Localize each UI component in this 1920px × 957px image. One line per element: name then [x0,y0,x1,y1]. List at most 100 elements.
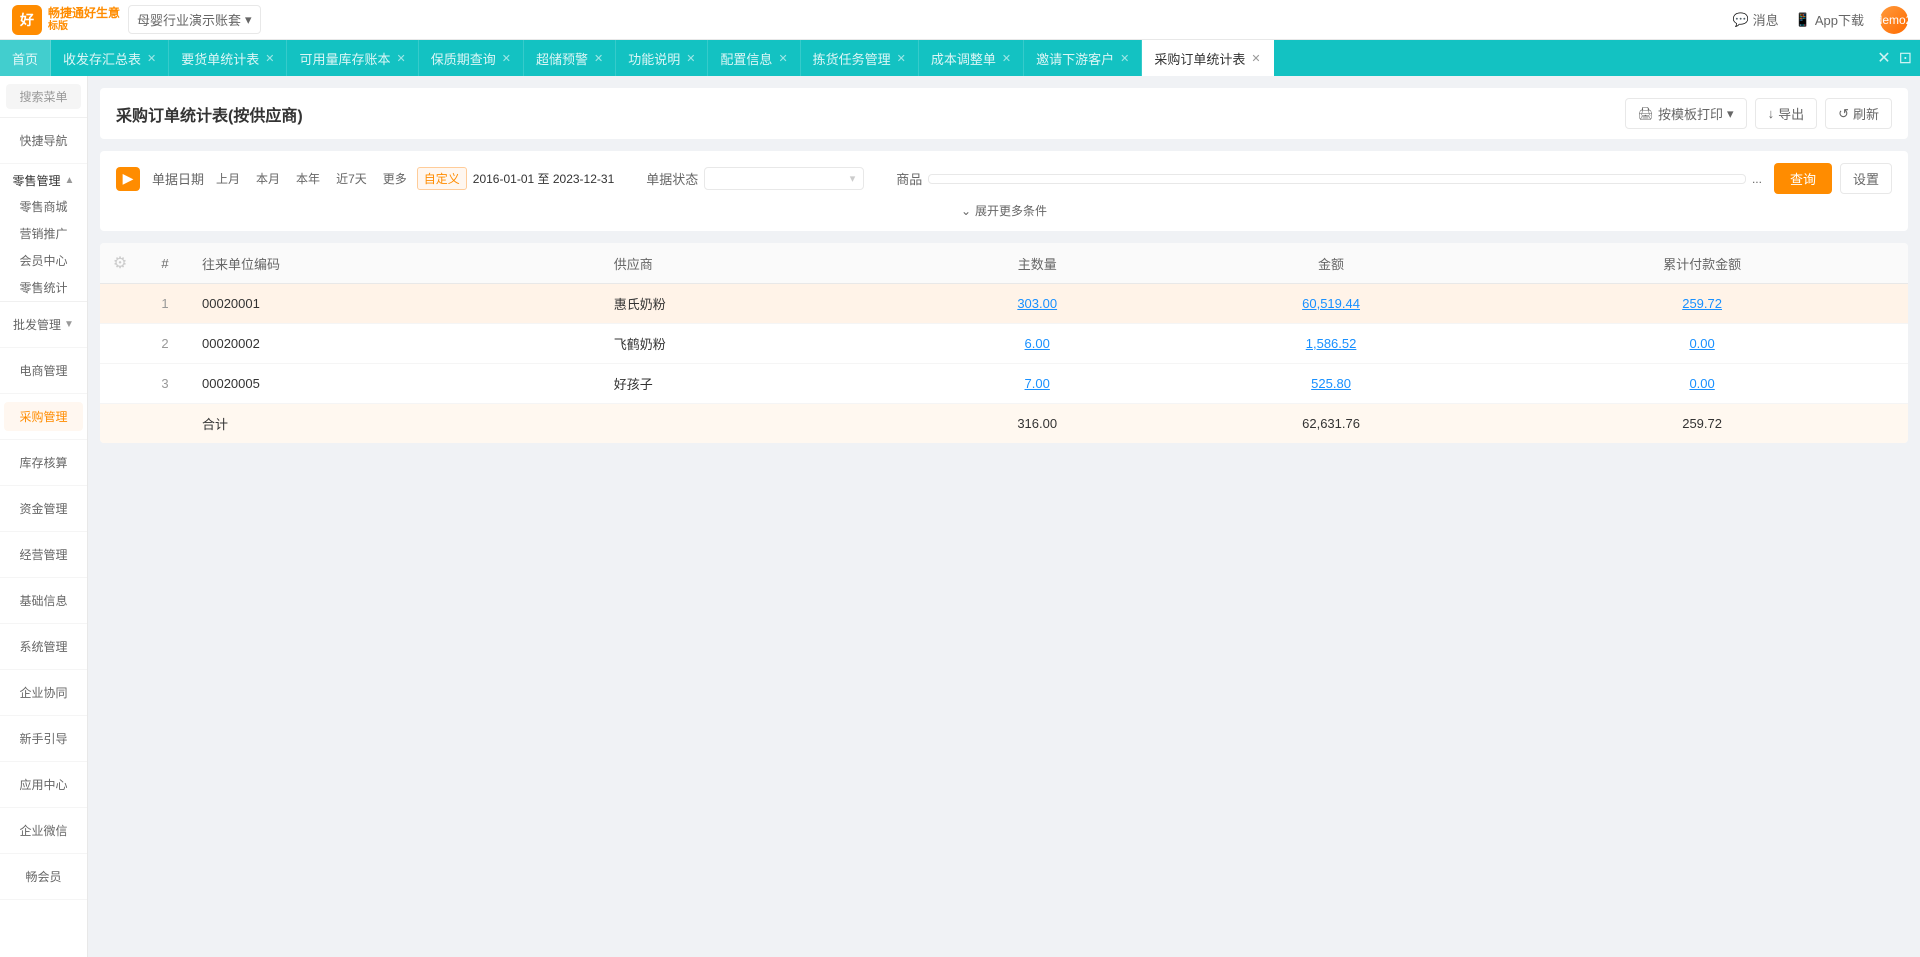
table-header-row: ⚙ # 往来单位编码 供应商 主数量 [100,243,1908,284]
sidebar-item-finance[interactable]: 资金管理 [0,486,87,532]
message-icon: 💬 [1732,12,1748,28]
expand-filters-link[interactable]: ⌄ 展开更多条件 [116,202,1892,219]
sidebar-search-area[interactable]: 搜索菜单 [0,76,87,118]
tab-available-stock[interactable]: 可用量库存账本 ✕ [287,40,418,76]
sidebar-item-app-center[interactable]: 应用中心 [0,762,87,808]
close-icon[interactable]: ✕ [897,52,906,65]
purchase-summary-table: ⚙ # 往来单位编码 供应商 主数量 [100,243,1908,443]
close-icon[interactable]: ✕ [594,52,603,65]
chevron-down-icon: ▾ [245,12,252,28]
tab-cost-adjust[interactable]: 成本调整单 ✕ [919,40,1024,76]
export-button[interactable]: ↓ 导出 [1755,98,1818,129]
rownum-column-header: # [140,243,190,284]
sidebar-item-new-guide[interactable]: 新手引导 [0,716,87,762]
supplier-code-cell: 00020002 [190,324,602,364]
user-menu[interactable]: demo2 [1880,6,1908,34]
status-filter-label: 单据状态 [646,169,698,188]
top-bar: 好 畅捷通好生意 标版 母婴行业演示账套 ▾ 💬 消息 📱 App下载 demo… [0,0,1920,40]
tab-actions: ✕ ⊡ [1869,40,1920,76]
cumulative-payment-cell: 259.72 [1496,284,1908,324]
chevron-down-icon: ▾ [850,172,856,185]
logo-text: 畅捷通好生意 标版 [48,6,120,32]
filter-row: ▶ 单据日期 上月 本月 本年 近7天 更多 自定义 2016-01-01 [116,163,1892,194]
sidebar-item-system[interactable]: 系统管理 [0,624,87,670]
date-this-year-btn[interactable]: 本年 [290,168,326,189]
row-num-cell: 2 [140,324,190,364]
cumulative-payment-column-header: 累计付款金额 [1496,243,1908,284]
date-custom-tag[interactable]: 自定义 [417,167,467,190]
status-select[interactable]: ▾ [704,167,864,190]
close-all-tabs-icon[interactable]: ✕ [1877,48,1890,68]
chevron-up-icon: ▲ [65,175,75,186]
sidebar-item-retail-stats[interactable]: 零售统计 [0,274,87,301]
expand-tabs-icon[interactable]: ⊡ [1899,48,1912,68]
tab-receive-pay[interactable]: 收发存汇总表 ✕ [51,40,169,76]
close-icon[interactable]: ✕ [686,52,695,65]
tab-overstock[interactable]: 超储预警 ✕ [524,40,616,76]
row-settings-cell [100,364,140,404]
product-filter-label: 商品 [896,169,922,188]
tab-picking-task[interactable]: 拣货任务管理 ✕ [801,40,919,76]
app-download-btn[interactable]: 📱 App下载 [1795,10,1864,29]
query-button[interactable]: 查询 [1774,163,1832,194]
sidebar-item-member-center[interactable]: 会员中心 [0,247,87,274]
close-icon[interactable]: ✕ [1251,52,1260,65]
print-button[interactable]: 🖨 按模板打印 ▾ [1625,98,1747,129]
sidebar-item-marketing[interactable]: 营销推广 [0,220,87,247]
tab-invite-downstream[interactable]: 邀请下游客户 ✕ [1024,40,1142,76]
footer-cumulative-payment: 259.72 [1496,404,1908,444]
refresh-button[interactable]: ↺ 刷新 [1825,98,1892,129]
settings-button[interactable]: 设置 [1840,163,1892,194]
close-icon[interactable]: ✕ [147,52,156,65]
close-icon[interactable]: ✕ [778,52,787,65]
filter-toggle-btn[interactable]: ▶ [116,167,140,191]
amount-cell: 60,519.44 [1166,284,1496,324]
footer-empty [100,404,190,444]
date-7days-btn[interactable]: 近7天 [330,168,373,189]
filter-area: ▶ 单据日期 上月 本月 本年 近7天 更多 自定义 2016-01-01 [100,151,1908,231]
tab-home[interactable]: 首页 [0,40,51,76]
message-btn[interactable]: 💬 消息 [1732,10,1778,29]
sidebar-item-quick-nav[interactable]: 快捷导航 [0,118,87,164]
sidebar-section-retail-title[interactable]: 零售管理 ▲ [0,164,87,193]
close-icon[interactable]: ✕ [397,52,406,65]
sidebar-item-enterprise[interactable]: 企业协同 [0,670,87,716]
tab-purchase-summary[interactable]: 采购订单统计表 ✕ [1142,40,1273,76]
sidebar-item-wholesale[interactable]: 批发管理 ▼ [0,302,87,348]
org-selector[interactable]: 母婴行业演示账套 ▾ [128,5,261,34]
tab-order-summary[interactable]: 要货单统计表 ✕ [169,40,287,76]
tab-function-desc[interactable]: 功能说明 ✕ [616,40,708,76]
phone-icon: 📱 [1795,12,1811,28]
tab-expiry-query[interactable]: 保质期查询 ✕ [419,40,524,76]
filter-status-item: 单据状态 ▾ [646,167,864,190]
sidebar-item-basic[interactable]: 基础信息 [0,578,87,624]
close-icon[interactable]: ✕ [1002,52,1011,65]
date-more-btn[interactable]: 更多 [377,168,413,189]
sidebar-item-inventory[interactable]: 库存核算 [0,440,87,486]
filter-product-item: 商品 ... [896,169,1762,188]
footer-main-qty: 316.00 [909,404,1166,444]
supplier-name-cell: 好孩子 [602,364,909,404]
date-filter-label: 单据日期 [152,169,204,188]
close-icon[interactable]: ✕ [502,52,511,65]
sidebar-item-operations[interactable]: 经营管理 [0,532,87,578]
date-last-month-btn[interactable]: 上月 [210,168,246,189]
sidebar-item-purchase[interactable]: 采购管理 [0,394,87,440]
more-filters-btn[interactable]: ... [1752,172,1762,186]
cumulative-payment-cell: 0.00 [1496,324,1908,364]
sidebar-item-enterprise-wechat[interactable]: 企业微信 [0,808,87,854]
supplier-code-column-header: 往来单位编码 [190,243,602,284]
row-settings-cell [100,324,140,364]
column-settings-icon[interactable]: ⚙ [113,255,127,272]
close-icon[interactable]: ✕ [265,52,274,65]
search-menu-input[interactable]: 搜索菜单 [6,84,81,109]
content-area: 采购订单统计表(按供应商) 🖨 按模板打印 ▾ ↓ 导出 ↺ 刷新 [88,76,1920,957]
close-icon[interactable]: ✕ [1120,52,1129,65]
sidebar-item-retail-shop[interactable]: 零售商城 [0,193,87,220]
tab-config-info[interactable]: 配置信息 ✕ [708,40,800,76]
sidebar-item-ecommerce[interactable]: 电商管理 [0,348,87,394]
amount-cell: 525.80 [1166,364,1496,404]
product-search-input[interactable] [928,174,1746,184]
sidebar-item-member[interactable]: 畅会员 [0,854,87,900]
date-this-month-btn[interactable]: 本月 [250,168,286,189]
